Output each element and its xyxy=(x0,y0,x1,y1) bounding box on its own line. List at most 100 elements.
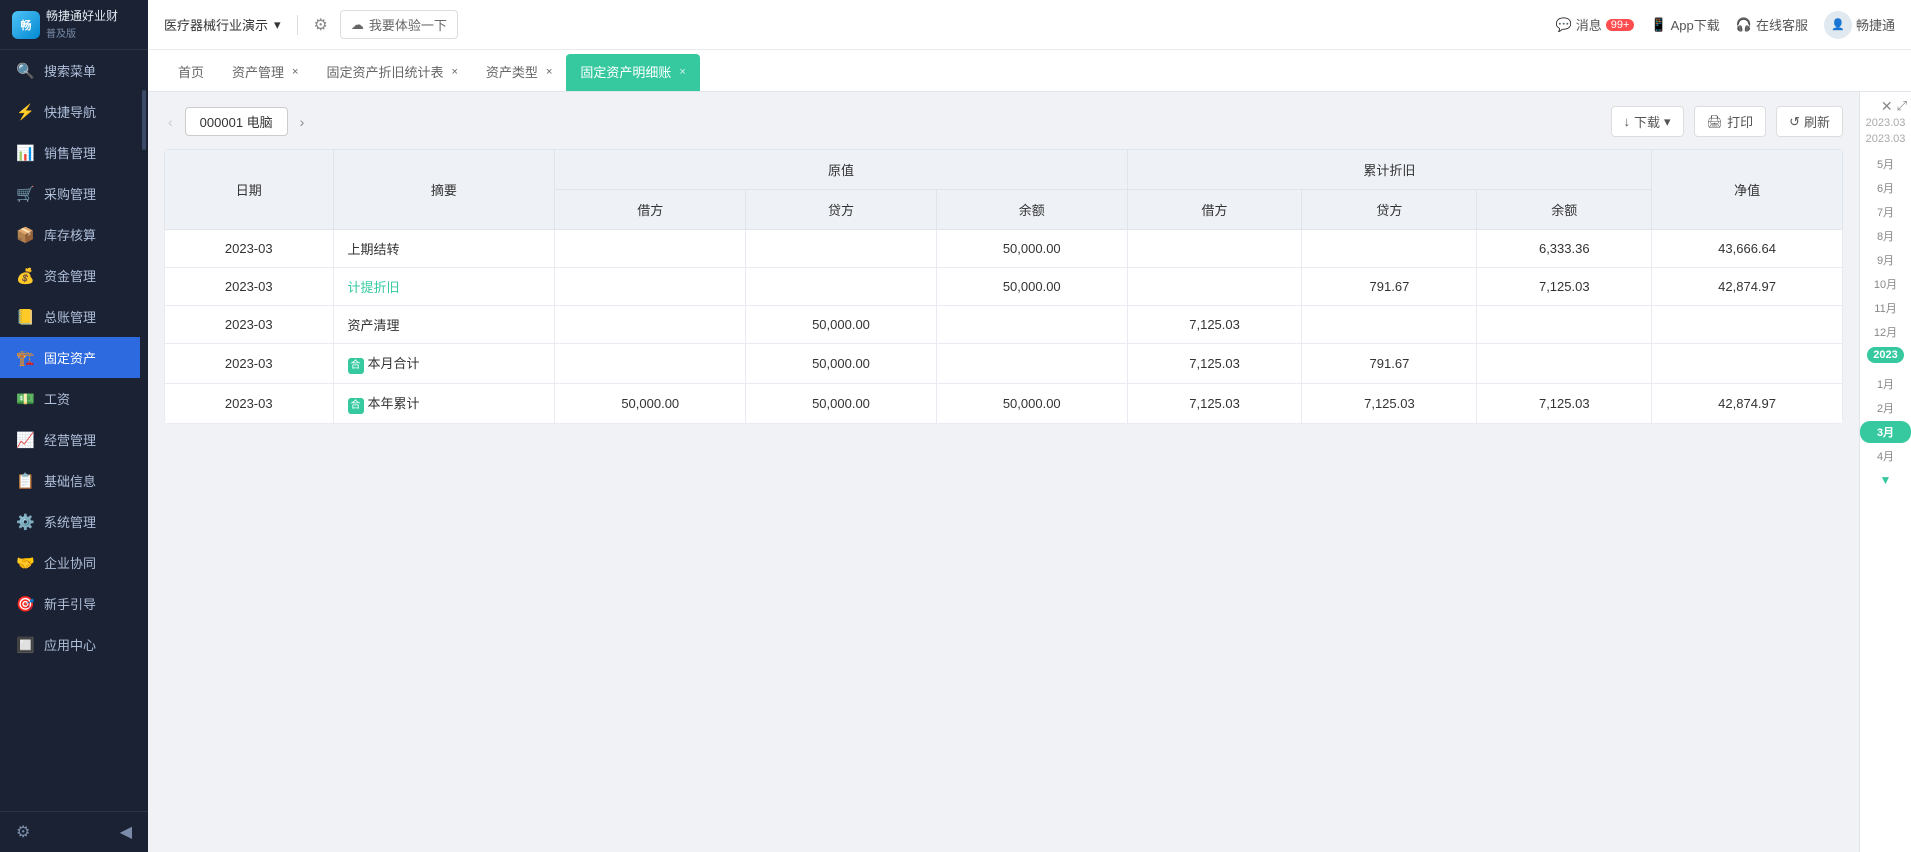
tab-depreport[interactable]: 固定资产折旧统计表 × xyxy=(312,54,471,91)
sidebar-item-cooperation[interactable]: 🤝 企业协同 xyxy=(0,542,140,583)
col-orig-val-group: 原值 xyxy=(555,150,1127,190)
appcenter-icon: 🔲 xyxy=(16,636,34,654)
col-orig-debit: 借方 xyxy=(555,190,746,230)
logo-subtitle: 普及版 xyxy=(46,25,118,40)
refresh-button[interactable]: ↺ 刷新 xyxy=(1776,106,1843,137)
sidebar-logo: 畅 畅捷通好业财 普及版 xyxy=(0,0,148,50)
sidebar-item-payroll[interactable]: 💵 工资 xyxy=(0,378,140,419)
year-badge[interactable]: 2023 xyxy=(1867,347,1903,363)
tab-depreport-label: 固定资产折旧统计表 xyxy=(326,62,443,81)
sidebar-nav: 🔍 搜索菜单 ⚡ 快捷导航 📊 销售管理 🛒 采购管理 📦 库存核算 💰 xyxy=(0,50,140,811)
sidebar-scrollbar xyxy=(140,50,148,811)
scroll-down-button[interactable]: ▼ xyxy=(1880,473,1892,487)
sidebar-item-newguide[interactable]: 🎯 新手引导 xyxy=(0,583,140,624)
company-selector[interactable]: 医疗器械行业演示 ▾ xyxy=(164,15,281,34)
message-button[interactable]: 💬 消息 99+ xyxy=(1556,15,1635,34)
expand-panel-button[interactable]: ⤢ xyxy=(1897,98,1907,115)
settings-icon[interactable]: ⚙ xyxy=(16,822,30,842)
sidebar-item-fixedassets[interactable]: 🏗️ 固定资产 xyxy=(0,337,140,378)
sidebar-item-appcenter[interactable]: 🔲 应用中心 xyxy=(0,624,140,665)
timeline-month[interactable]: 8月 xyxy=(1860,225,1911,247)
timeline-month[interactable]: 9月 xyxy=(1860,249,1911,271)
topbar-settings-icon[interactable]: ⚙ xyxy=(314,15,328,35)
topbar-right: 💬 消息 99+ 📱 App下载 🎧 在线客服 👤 畅捷通 xyxy=(1556,11,1895,39)
timeline-month[interactable]: 3月 xyxy=(1860,421,1911,443)
tab-assetmgmt[interactable]: 资产管理 × xyxy=(218,54,312,91)
cell-value: 50,000.00 xyxy=(936,230,1127,268)
sidebar-item-basicinfo[interactable]: 📋 基础信息 xyxy=(0,460,140,501)
cell-value: 50,000.00 xyxy=(746,384,937,424)
sidebar-label-operations: 经营管理 xyxy=(44,430,96,449)
sidebar-item-operations[interactable]: 📈 经营管理 xyxy=(0,419,140,460)
appdownload-button[interactable]: 📱 App下载 xyxy=(1650,15,1719,34)
onlinecs-label: 在线客服 xyxy=(1756,15,1808,34)
timeline-month[interactable]: 1月 xyxy=(1860,373,1911,395)
timeline-month[interactable]: 6月 xyxy=(1860,177,1911,199)
next-arrow[interactable]: › xyxy=(296,112,309,132)
cell-value xyxy=(555,230,746,268)
newguide-icon: 🎯 xyxy=(16,595,34,613)
col-date: 日期 xyxy=(165,150,334,230)
sidebar-item-purchase[interactable]: 🛒 采购管理 xyxy=(0,173,140,214)
timeline-top-years: 2023.03 2023.03 xyxy=(1860,115,1911,147)
top-year-2: 2023.03 xyxy=(1866,131,1906,147)
download-button[interactable]: ↓ 下载 ▾ xyxy=(1611,106,1684,137)
topbar-divider xyxy=(297,15,298,35)
tab-assetledger-close[interactable]: × xyxy=(679,66,685,78)
close-panel-button[interactable]: ✕ xyxy=(1881,98,1893,115)
timeline-month[interactable]: 2月 xyxy=(1860,397,1911,419)
tab-assettype-close[interactable]: × xyxy=(546,66,552,78)
cell-value: 791.67 xyxy=(1302,344,1477,384)
prev-arrow[interactable]: ‹ xyxy=(164,112,177,132)
cell-desc[interactable]: 计提折旧 xyxy=(333,268,555,306)
cell-value xyxy=(1652,344,1843,384)
tab-home[interactable]: 首页 xyxy=(164,54,218,91)
collapse-icon[interactable]: ◀ xyxy=(120,822,132,842)
user-button[interactable]: 👤 畅捷通 xyxy=(1824,11,1895,39)
timeline-month[interactable]: 12月 xyxy=(1860,321,1911,343)
timeline-month[interactable]: 10月 xyxy=(1860,273,1911,295)
cell-value xyxy=(1127,230,1302,268)
col-accum-balance: 余额 xyxy=(1477,190,1652,230)
cell-value: 7,125.03 xyxy=(1477,384,1652,424)
basicinfo-icon: 📋 xyxy=(16,472,34,490)
cell-value xyxy=(1477,344,1652,384)
tab-depreport-close[interactable]: × xyxy=(451,66,457,78)
sidebar-label-sales: 销售管理 xyxy=(44,143,96,162)
timeline-month[interactable]: 7月 xyxy=(1860,201,1911,223)
cell-value: 42,874.97 xyxy=(1652,268,1843,306)
cell-value: 7,125.03 xyxy=(1127,344,1302,384)
sidebar-item-ledger[interactable]: 📒 总账管理 xyxy=(0,296,140,337)
tab-assetledger[interactable]: 固定资产明细账 × xyxy=(566,54,699,91)
search-icon: 🔍 xyxy=(16,62,34,80)
logo-icon: 畅 xyxy=(12,11,40,39)
sidebar-item-search[interactable]: 🔍 搜索菜单 xyxy=(0,50,140,91)
cell-value: 50,000.00 xyxy=(936,268,1127,306)
col-net-val: 净值 xyxy=(1652,150,1843,230)
sidebar-item-inventory[interactable]: 📦 库存核算 xyxy=(0,214,140,255)
tab-assettype[interactable]: 资产类型 × xyxy=(472,54,566,91)
sidebar-item-finance[interactable]: 💰 资金管理 xyxy=(0,255,140,296)
sidebar-label-payroll: 工资 xyxy=(44,389,70,408)
cell-desc: 合本年累计 xyxy=(333,384,555,424)
download-chevron: ▾ xyxy=(1664,114,1671,130)
print-button[interactable]: 🖨 打印 xyxy=(1694,106,1767,137)
asset-selector[interactable]: 000001 电脑 xyxy=(185,107,288,136)
sidebar-item-sysmanage[interactable]: ⚙️ 系统管理 xyxy=(0,501,140,542)
refresh-label: 刷新 xyxy=(1804,112,1830,131)
sidebar-label-finance: 资金管理 xyxy=(44,266,96,285)
experience-button[interactable]: ☁ 我要体验一下 xyxy=(340,10,458,39)
sidebar-item-sales[interactable]: 📊 销售管理 xyxy=(0,132,140,173)
tab-assetmgmt-close[interactable]: × xyxy=(292,66,298,78)
col-orig-balance: 余额 xyxy=(936,190,1127,230)
cell-value: 43,666.64 xyxy=(1652,230,1843,268)
timeline-month[interactable]: 4月 xyxy=(1860,445,1911,467)
avatar: 👤 xyxy=(1824,11,1852,39)
timeline-month[interactable]: 11月 xyxy=(1860,297,1911,319)
print-label: 打印 xyxy=(1727,112,1753,131)
timeline-month[interactable]: 5月 xyxy=(1860,153,1911,175)
onlinecs-button[interactable]: 🎧 在线客服 xyxy=(1736,15,1808,34)
tab-assetmgmt-label: 资产管理 xyxy=(232,62,284,81)
fixedassets-icon: 🏗️ xyxy=(16,349,34,367)
sidebar-item-quicknav[interactable]: ⚡ 快捷导航 xyxy=(0,91,140,132)
